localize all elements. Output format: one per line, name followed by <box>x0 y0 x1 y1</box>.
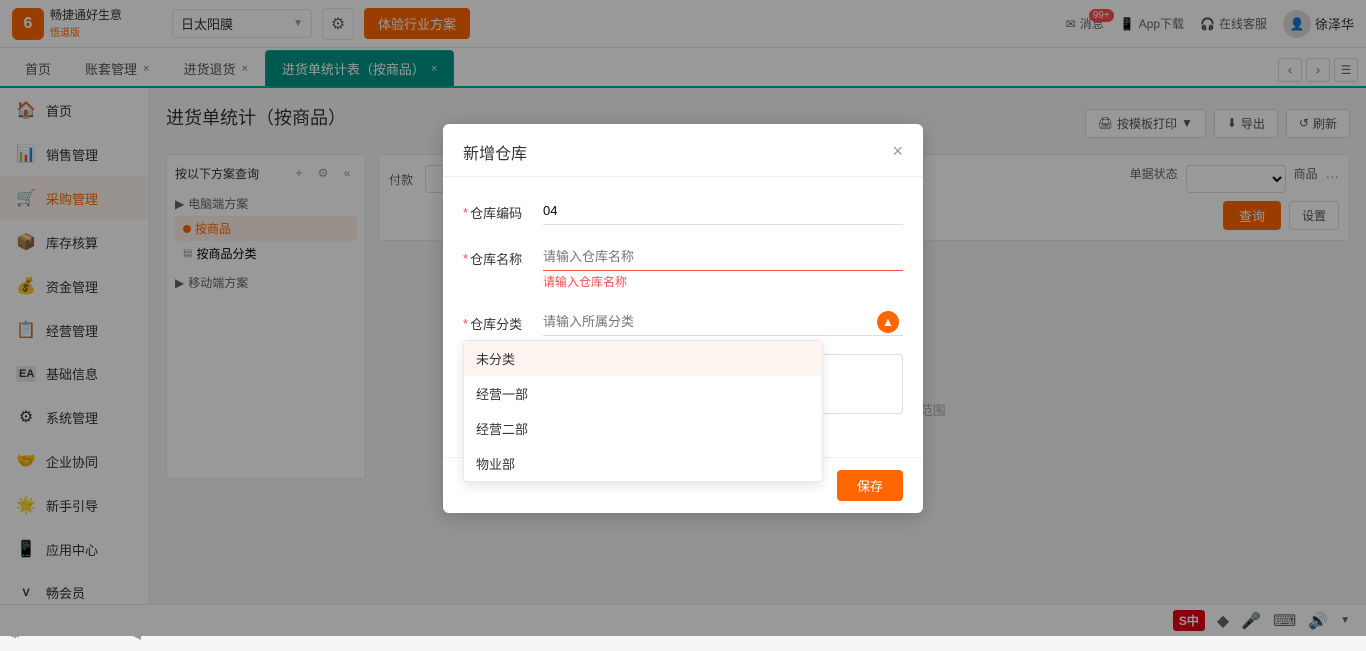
warehouse-code-input[interactable] <box>543 197 903 225</box>
warehouse-name-error: 请输入仓库名称 <box>543 273 903 290</box>
dropdown-item-property[interactable]: 物业部 <box>464 446 822 481</box>
required-mark-cat: * <box>463 316 468 331</box>
modal-overlay[interactable]: 新增仓库 × * 仓库编码 * 仓库名称 <box>0 0 1366 636</box>
modal-title: 新增仓库 <box>463 140 527 164</box>
save-button[interactable]: 保存 <box>837 470 903 501</box>
warehouse-name-label: * 仓库名称 <box>463 243 543 268</box>
dropdown-item-ops1[interactable]: 经营一部 <box>464 376 822 411</box>
dropdown-item-ops2[interactable]: 经营二部 <box>464 411 822 446</box>
modal-body: * 仓库编码 * 仓库名称 请输入仓库名称 <box>443 177 923 457</box>
warehouse-name-control: 请输入仓库名称 <box>543 243 903 290</box>
modal-close-button[interactable]: × <box>892 141 903 162</box>
required-mark: * <box>463 205 468 220</box>
warehouse-category-label: * 仓库分类 <box>463 308 543 333</box>
form-row-name: * 仓库名称 请输入仓库名称 <box>463 243 903 290</box>
modal-header: 新增仓库 × <box>443 124 923 177</box>
category-dropdown-list: 未分类 经营一部 经营二部 物业部 <box>463 340 823 482</box>
form-row-code: * 仓库编码 <box>463 197 903 225</box>
category-dropdown-arrow[interactable]: ▲ <box>877 311 899 333</box>
warehouse-category-input[interactable] <box>543 308 903 336</box>
new-warehouse-modal: 新增仓库 × * 仓库编码 * 仓库名称 <box>443 124 923 513</box>
required-mark-name: * <box>463 251 468 266</box>
dropdown-item-uncategorized[interactable]: 未分类 <box>464 341 822 376</box>
warehouse-name-input[interactable] <box>543 243 903 271</box>
warehouse-code-label: * 仓库编码 <box>463 197 543 222</box>
form-row-category: * 仓库分类 ▲ 未分类 经营一部 经营二部 物业部 <box>463 308 903 336</box>
warehouse-code-control <box>543 197 903 225</box>
warehouse-category-control: ▲ 未分类 经营一部 经营二部 物业部 <box>543 308 903 336</box>
